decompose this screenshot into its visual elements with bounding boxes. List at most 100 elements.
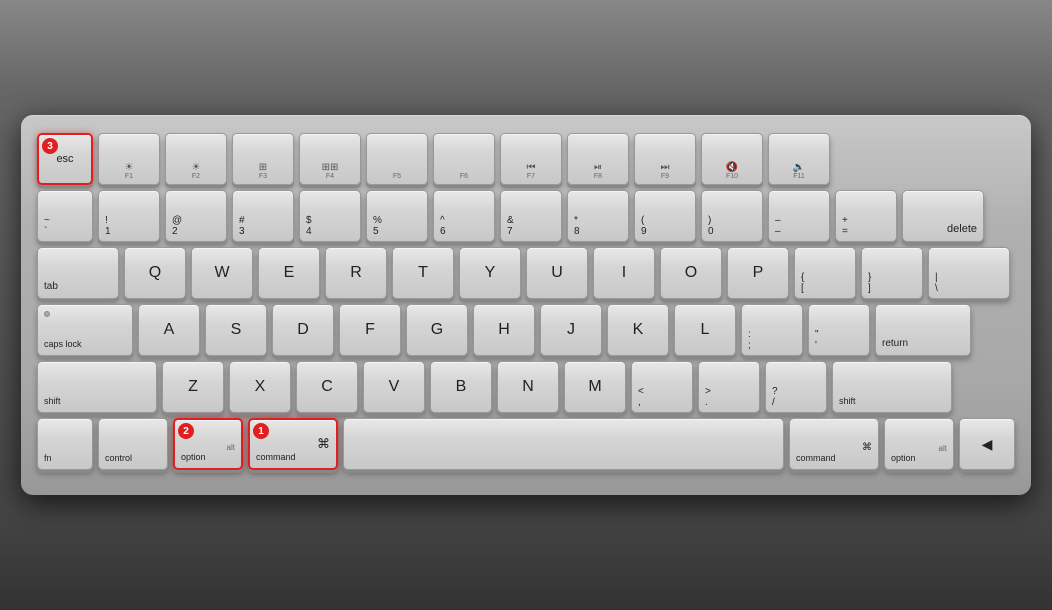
minus-key[interactable]: –– [768,190,830,242]
g-key[interactable]: G [406,304,468,356]
left-shift-key[interactable]: shift [37,361,157,413]
right-shift-key[interactable]: shift [832,361,952,413]
f4-key[interactable]: ⊞⊞ F4 [299,133,361,185]
n-label: N [522,378,534,396]
f2-key[interactable]: ☀ F2 [165,133,227,185]
f7-key[interactable]: ⏮ F7 [500,133,562,185]
6-key[interactable]: ^6 [433,190,495,242]
tab-key[interactable]: tab [37,247,119,299]
v-key[interactable]: V [363,361,425,413]
return-key[interactable]: return [875,304,971,356]
i-key[interactable]: I [593,247,655,299]
w-label: W [214,264,229,282]
f10-key[interactable]: 🔇 F10 [701,133,763,185]
period-key[interactable]: >. [698,361,760,413]
w-key[interactable]: W [191,247,253,299]
left-arrow-key[interactable]: ◀ [959,418,1015,470]
c-key[interactable]: C [296,361,358,413]
a-key[interactable]: A [138,304,200,356]
qwerty-row: tab Q W E R T Y U I O P {[ }] |\ [37,247,1015,299]
s-label: S [231,321,242,339]
b-key[interactable]: B [430,361,492,413]
5-key[interactable]: %5 [366,190,428,242]
semicolon-key[interactable]: :; [741,304,803,356]
f6-key[interactable]: F6 [433,133,495,185]
h-key[interactable]: H [473,304,535,356]
x-key[interactable]: X [229,361,291,413]
1-key[interactable]: !1 [98,190,160,242]
p-key[interactable]: P [727,247,789,299]
equals-key[interactable]: += [835,190,897,242]
f1-label: F1 [125,173,133,180]
j-label: J [567,321,575,339]
o-key[interactable]: O [660,247,722,299]
l-label: L [701,321,710,339]
control-key[interactable]: control [98,418,168,470]
9-key[interactable]: (9 [634,190,696,242]
e-key[interactable]: E [258,247,320,299]
y-key[interactable]: Y [459,247,521,299]
caps-lock-label: caps lock [44,339,82,349]
r-key[interactable]: R [325,247,387,299]
bracket-close-key[interactable]: }] [861,247,923,299]
slash-key[interactable]: ?/ [765,361,827,413]
fn-key[interactable]: fn [37,418,93,470]
4-key[interactable]: $4 [299,190,361,242]
f9-icon: ⏭ [661,162,670,173]
y-label: Y [485,264,496,282]
n-key[interactable]: N [497,361,559,413]
number-row: ~` !1 @2 #3 $4 %5 ^6 &7 [37,190,1015,242]
q-key[interactable]: Q [124,247,186,299]
bracket-open-key[interactable]: {[ [794,247,856,299]
f3-label: F3 [259,173,267,180]
caps-lock-key[interactable]: caps lock [37,304,133,356]
esc-label: esc [56,153,73,165]
left-arrow-icon: ◀ [982,436,993,453]
z-key[interactable]: Z [162,361,224,413]
right-option-key[interactable]: alt option [884,418,954,470]
t-key[interactable]: T [392,247,454,299]
f6-label: F6 [460,173,468,180]
right-command-key[interactable]: ⌘ command [789,418,879,470]
option-badge: 2 [178,423,194,439]
d-key[interactable]: D [272,304,334,356]
3-key[interactable]: #3 [232,190,294,242]
0-key[interactable]: )0 [701,190,763,242]
f11-key[interactable]: 🔉 F11 [768,133,830,185]
f-key[interactable]: F [339,304,401,356]
f11-icon: 🔉 [793,162,805,173]
f10-label: F10 [726,173,738,180]
8-key[interactable]: *8 [567,190,629,242]
l-key[interactable]: L [674,304,736,356]
f1-key[interactable]: ☀ F1 [98,133,160,185]
7-key[interactable]: &7 [500,190,562,242]
f8-key[interactable]: ⏯ F8 [567,133,629,185]
s-key[interactable]: S [205,304,267,356]
tilde-key[interactable]: ~` [37,190,93,242]
f5-key[interactable]: F5 [366,133,428,185]
delete-key[interactable]: delete [902,190,984,242]
delete-label: delete [947,223,977,235]
f4-label: F4 [326,173,334,180]
space-key[interactable] [343,418,784,470]
quote-key[interactable]: "' [808,304,870,356]
k-label: K [633,321,644,339]
j-key[interactable]: J [540,304,602,356]
left-option-key[interactable]: 2 alt option [173,418,243,470]
u-key[interactable]: U [526,247,588,299]
f8-label: F8 [594,173,602,180]
left-command-key[interactable]: 1 ⌘ command [248,418,338,470]
x-label: X [255,378,266,396]
f9-key[interactable]: ⏭ F9 [634,133,696,185]
2-key[interactable]: @2 [165,190,227,242]
m-label: M [588,378,601,396]
esc-key[interactable]: 3 esc [37,133,93,185]
asdf-row: caps lock A S D F G H J K L :; "' return [37,304,1015,356]
right-shift-label: shift [839,396,856,406]
backslash-key[interactable]: |\ [928,247,1010,299]
comma-key[interactable]: <, [631,361,693,413]
zxcv-row: shift Z X C V B N M <, >. ?/ shift [37,361,1015,413]
m-key[interactable]: M [564,361,626,413]
f3-key[interactable]: ⊞ F3 [232,133,294,185]
k-key[interactable]: K [607,304,669,356]
